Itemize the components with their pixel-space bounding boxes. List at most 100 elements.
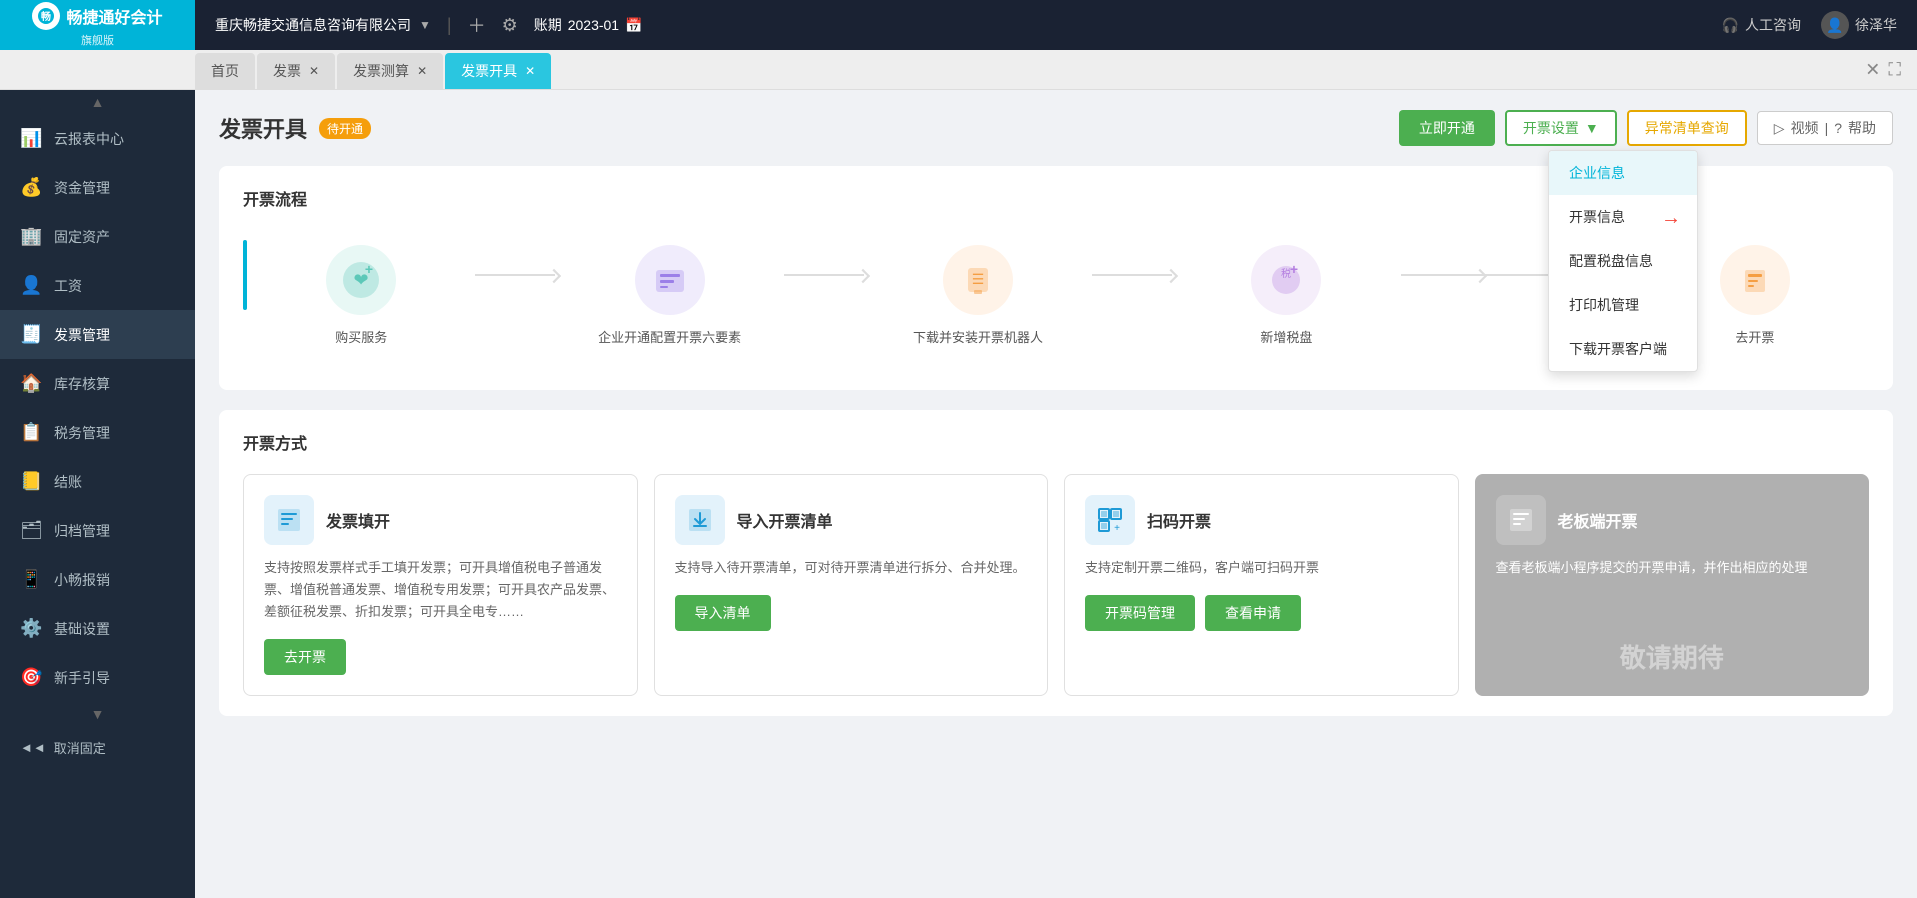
sidebar-item-settings-label: 基础设置 [54,619,110,639]
user-profile[interactable]: 👤 徐泽华 [1821,11,1897,39]
flow-step-4-icon: 税 + [1251,245,1321,315]
sidebar-item-settle[interactable]: 📒 结账 [0,457,195,506]
top-bar: 畅 畅捷通好会计 旗舰版 重庆畅捷交通信息咨询有限公司 ▼ | ＋ ⚙ 账期 2… [0,0,1917,50]
tax-icon: 📋 [20,422,42,443]
archive-icon: 🗂 [20,520,42,541]
cloud-reports-icon: 📊 [20,128,42,149]
sidebar-item-archive-label: 归档管理 [54,521,110,541]
sidebar-item-inventory[interactable]: 🏠 库存核算 [0,359,195,408]
view-application-button[interactable]: 查看申请 [1205,595,1301,631]
settings-icon: ⚙️ [20,618,42,639]
sidebar-item-cloud-reports-label: 云报表中心 [54,129,124,149]
sidebar-item-expense-label: 小畅报销 [54,570,110,590]
tab-invoice[interactable]: 发票 ✕ [257,53,335,89]
tab-expand-button[interactable]: ⛶ [1888,59,1901,80]
page-title: 发票开具 [219,112,307,144]
tab-bar: 首页 发票 ✕ 发票测算 ✕ 发票开具 ✕ ✕ ⛶ [0,50,1917,90]
sidebar-scroll-down[interactable]: ▼ [0,702,195,726]
boss-title: 老板端开票 [1558,508,1638,532]
add-tab-button[interactable]: ＋ [468,12,486,38]
sidebar-item-expense[interactable]: 📱 小畅报销 [0,555,195,604]
headphone-icon: 🎧 [1722,17,1739,34]
settle-icon: 📒 [20,471,42,492]
tab-invoice-issue[interactable]: 发票开具 ✕ [445,53,551,89]
flow-step-2: 企业开通配置开票六要素 [555,245,783,346]
support-button[interactable]: 🎧 人工咨询 [1722,15,1801,35]
import-list-button[interactable]: 导入清单 [675,595,771,631]
company-selector[interactable]: 重庆畅捷交通信息咨询有限公司 ▼ [215,15,431,35]
tab-invoice-calc-label: 发票测算 [353,61,409,81]
methods-section: 开票方式 发票填开 [219,410,1893,716]
scan-title: 扫码开票 [1147,508,1211,532]
flow-connector-1 [475,274,555,276]
dropdown-download-client[interactable]: 下载开票客户端 [1549,327,1697,371]
import-desc: 支持导入待开票清单，可对待开票清单进行拆分、合并处理。 [675,557,1028,579]
sidebar-item-finance[interactable]: 💰 资金管理 [0,163,195,212]
sidebar-cancel-pin[interactable]: ◄◄ 取消固定 [0,726,195,769]
tab-home-label: 首页 [211,61,239,81]
sidebar-item-finance-label: 资金管理 [54,178,110,198]
support-label: 人工咨询 [1745,15,1801,35]
abnormal-list-button[interactable]: 异常清单查询 [1627,110,1747,146]
qrcode-manage-button[interactable]: 开票码管理 [1085,595,1195,631]
video-help-button[interactable]: ▷ 视频 | ? 帮助 [1757,111,1893,145]
import-icon [675,495,725,545]
fill-goto-button[interactable]: 去开票 [264,639,346,675]
scan-icon: + [1085,495,1135,545]
tab-invoice-issue-close[interactable]: ✕ [525,64,535,78]
svg-text:☰: ☰ [972,271,985,287]
main-layout: ▲ 📊 云报表中心 💰 资金管理 🏢 固定资产 👤 工资 🧾 发票管理 🏠 库存… [0,90,1917,898]
sidebar-item-invoice[interactable]: 🧾 发票管理 [0,310,195,359]
flow-step-1-icon: ❤ + [326,245,396,315]
svg-text:+: + [1290,261,1298,277]
fill-title: 发票填开 [326,508,390,532]
sidebar-item-tax-label: 税务管理 [54,423,110,443]
sidebar-item-settings[interactable]: ⚙️ 基础设置 [0,604,195,653]
dropdown-tax-config[interactable]: 配置税盘信息 [1549,239,1697,283]
logo-text: 畅捷通好会计 [66,4,162,28]
methods-title: 开票方式 [243,430,1869,454]
company-name: 重庆畅捷交通信息咨询有限公司 [215,15,411,35]
flow-step-2-label: 企业开通配置开票六要素 [598,327,741,346]
dropdown-printer[interactable]: 打印机管理 [1549,283,1697,327]
top-center: 重庆畅捷交通信息咨询有限公司 ▼ | ＋ ⚙ 账期 2023-01 📅 [195,12,1722,38]
flow-connector-4 [1401,274,1481,276]
sidebar-item-cloud-reports[interactable]: 📊 云报表中心 [0,114,195,163]
tab-invoice-calc-close[interactable]: ✕ [417,64,427,78]
method-card-scan: + 扫码开票 支持定制开票二维码，客户端可扫码开票 开票码管理 查看申请 [1064,474,1459,696]
sidebar-item-invoice-label: 发票管理 [54,325,110,345]
coming-soon-overlay: 敬请期待 [1620,638,1724,675]
sidebar-scroll-up[interactable]: ▲ [0,90,195,114]
flow-step-5-icon [1720,245,1790,315]
period-info: 账期 2023-01 📅 [534,15,643,35]
sidebar-item-assets[interactable]: 🏢 固定资产 [0,212,195,261]
flow-step-3-icon: ☰ [943,245,1013,315]
tab-invoice-close[interactable]: ✕ [309,64,319,78]
settings-icon[interactable]: ⚙ [502,15,518,36]
tab-invoice-calc[interactable]: 发票测算 ✕ [337,53,443,89]
sidebar-item-salary[interactable]: 👤 工资 [0,261,195,310]
content-area: 发票开具 待开通 立即开通 开票设置 ▼ 异常清单查询 ▷ 视频 | ? 帮助 [195,90,1917,898]
flow-step-4-label: 新增税盘 [1260,327,1312,346]
salary-icon: 👤 [20,275,42,296]
dropdown-company-info[interactable]: 企业信息 [1549,151,1697,195]
boss-icon [1496,495,1546,545]
invoice-settings-label: 开票设置 [1523,118,1579,138]
sidebar-item-archive[interactable]: 🗂 归档管理 [0,506,195,555]
svg-text:+: + [1114,523,1120,534]
tab-close-all-button[interactable]: ✕ [1865,59,1880,80]
fill-icon [264,495,314,545]
invoice-icon: 🧾 [20,324,42,345]
sidebar-item-guide[interactable]: 🎯 新手引导 [0,653,195,702]
invoice-settings-button[interactable]: 开票设置 ▼ [1505,110,1617,146]
dropdown-invoice-info[interactable]: 开票信息 [1549,195,1697,239]
flow-step-2-icon [635,245,705,315]
sidebar-item-tax[interactable]: 📋 税务管理 [0,408,195,457]
logo-sub: 旗舰版 [81,32,114,48]
calendar-icon[interactable]: 📅 [625,17,642,34]
svg-text:+: + [365,261,373,277]
method-card-fill-header: 发票填开 [264,495,617,545]
flow-step-3-label: 下载并安装开票机器人 [913,327,1043,346]
tab-home[interactable]: 首页 [195,53,255,89]
activate-button[interactable]: 立即开通 [1399,110,1495,146]
